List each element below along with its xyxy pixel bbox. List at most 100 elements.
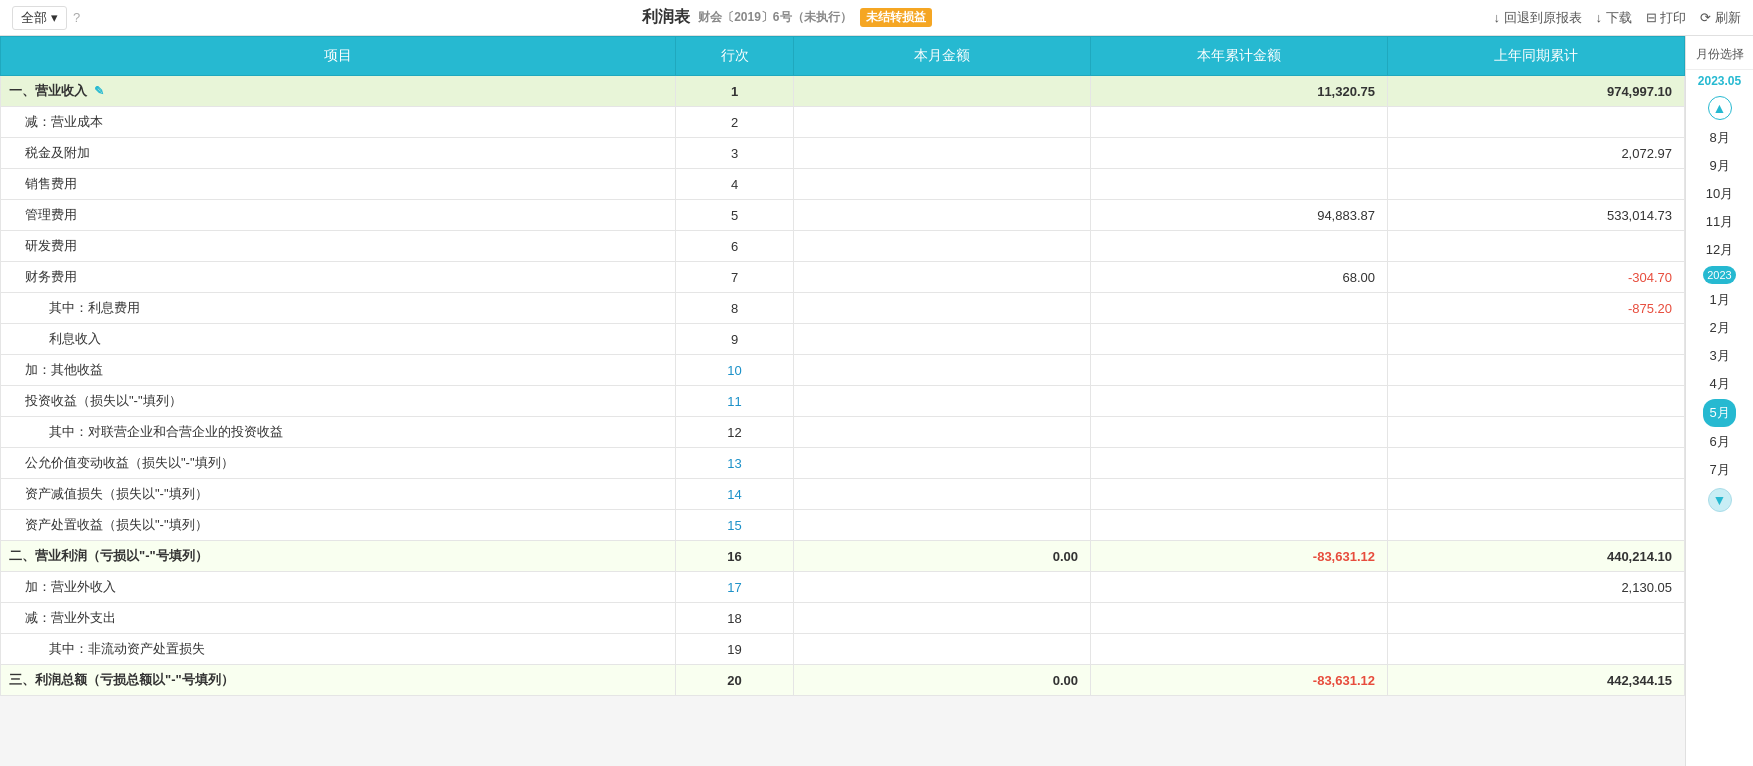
table-row: 加：其他收益10 xyxy=(1,355,1685,386)
cell-row-num: 3 xyxy=(675,138,793,169)
cell-row-num: 18 xyxy=(675,603,793,634)
cell-prev-amount: 533,014.73 xyxy=(1388,200,1685,231)
cell-prev-amount xyxy=(1388,634,1685,665)
cell-prev-amount xyxy=(1388,479,1685,510)
print-button[interactable]: ⊟ 打印 xyxy=(1646,9,1687,27)
table-row: 其中：对联营企业和合营企业的投资收益12 xyxy=(1,417,1685,448)
back-button[interactable]: ↓ 回退到原报表 xyxy=(1493,9,1581,27)
cell-year-amount xyxy=(1091,572,1388,603)
cell-month-amount xyxy=(794,324,1091,355)
table-area: 项目 行次 本月金额 本年累计金额 上年同期累计 一、营业收入 ✎111,320… xyxy=(0,36,1685,766)
cell-month-amount: 0.00 xyxy=(794,665,1091,696)
header-right: ↓ 回退到原报表 ↓ 下载 ⊟ 打印 ⟳ 刷新 xyxy=(1493,9,1741,27)
sidebar-month-item[interactable]: 1月 xyxy=(1697,286,1741,314)
cell-month-amount xyxy=(794,603,1091,634)
cell-row-num: 5 xyxy=(675,200,793,231)
cell-year-amount xyxy=(1091,479,1388,510)
cell-item: 加：其他收益 xyxy=(1,355,676,386)
cell-item: 一、营业收入 ✎ xyxy=(1,76,676,107)
cell-month-amount: 0.00 xyxy=(794,541,1091,572)
cell-item: 资产处置收益（损失以"-"填列） xyxy=(1,510,676,541)
cell-row-num: 4 xyxy=(675,169,793,200)
sidebar-month-item[interactable]: 4月 xyxy=(1697,370,1741,398)
col-header-item: 项目 xyxy=(1,37,676,76)
cell-year-amount: 68.00 xyxy=(1091,262,1388,293)
cell-prev-amount xyxy=(1388,169,1685,200)
sidebar-month-item[interactable]: 5月 xyxy=(1703,399,1735,427)
cell-row-num: 1 xyxy=(675,76,793,107)
cell-prev-amount: -304.70 xyxy=(1388,262,1685,293)
cell-month-amount xyxy=(794,293,1091,324)
cell-month-amount xyxy=(794,262,1091,293)
table-row: 研发费用6 xyxy=(1,231,1685,262)
cell-year-amount: 11,320.75 xyxy=(1091,76,1388,107)
cell-row-num: 2 xyxy=(675,107,793,138)
table-row: 销售费用4 xyxy=(1,169,1685,200)
subtitle: 财会〔2019〕6号（未执行） xyxy=(698,9,851,26)
sidebar-month-item[interactable]: 3月 xyxy=(1697,342,1741,370)
sidebar-month-item[interactable]: 10月 xyxy=(1697,180,1741,208)
cell-month-amount xyxy=(794,76,1091,107)
sidebar-month-item[interactable]: 9月 xyxy=(1697,152,1741,180)
page-title: 利润表 xyxy=(642,7,690,28)
cell-prev-amount: 2,130.05 xyxy=(1388,572,1685,603)
cell-month-amount xyxy=(794,169,1091,200)
table-row: 二、营业利润（亏损以"-"号填列）160.00-83,631.12440,214… xyxy=(1,541,1685,572)
col-header-row: 行次 xyxy=(675,37,793,76)
cell-row-num: 14 xyxy=(675,479,793,510)
cell-year-amount xyxy=(1091,448,1388,479)
download-button[interactable]: ↓ 下载 xyxy=(1596,9,1632,27)
edit-icon[interactable]: ✎ xyxy=(91,84,104,98)
cell-month-amount xyxy=(794,448,1091,479)
refresh-button[interactable]: ⟳ 刷新 xyxy=(1700,9,1741,27)
cell-item: 二、营业利润（亏损以"-"号填列） xyxy=(1,541,676,572)
help-icon[interactable]: ? xyxy=(73,10,80,25)
table-row: 资产处置收益（损失以"-"填列）15 xyxy=(1,510,1685,541)
main-container: 项目 行次 本月金额 本年累计金额 上年同期累计 一、营业收入 ✎111,320… xyxy=(0,36,1753,766)
cell-year-amount: -83,631.12 xyxy=(1091,541,1388,572)
table-row: 管理费用594,883.87533,014.73 xyxy=(1,200,1685,231)
table-row: 一、营业收入 ✎111,320.75974,997.10 xyxy=(1,76,1685,107)
cell-item: 其中：非流动资产处置损失 xyxy=(1,634,676,665)
cell-month-amount xyxy=(794,572,1091,603)
sidebar-month-item[interactable]: 2月 xyxy=(1697,314,1741,342)
table-row: 三、利润总额（亏损总额以"-"号填列）200.00-83,631.12442,3… xyxy=(1,665,1685,696)
cell-year-amount xyxy=(1091,231,1388,262)
sidebar: 月份选择 2023.05 ▲ 8月9月10月11月12月20231月2月3月4月… xyxy=(1685,36,1753,766)
cell-item: 管理费用 xyxy=(1,200,676,231)
sidebar-month-item[interactable]: 11月 xyxy=(1697,208,1741,236)
table-row: 减：营业外支出18 xyxy=(1,603,1685,634)
table-row: 利息收入9 xyxy=(1,324,1685,355)
cell-row-num: 20 xyxy=(675,665,793,696)
sidebar-month-item[interactable]: 8月 xyxy=(1697,124,1741,152)
cell-row-num: 17 xyxy=(675,572,793,603)
cell-prev-amount: 442,344.15 xyxy=(1388,665,1685,696)
table-row: 其中：非流动资产处置损失19 xyxy=(1,634,1685,665)
cell-year-amount xyxy=(1091,355,1388,386)
sidebar-month-item[interactable]: 6月 xyxy=(1697,428,1741,456)
sidebar-months-container: 8月9月10月11月12月 2023 1月2月3月4月5月6月7月 xyxy=(1697,124,1741,484)
cell-year-amount xyxy=(1091,107,1388,138)
nav-up-button[interactable]: ▲ xyxy=(1708,96,1732,120)
category-dropdown[interactable]: 全部 ▾ xyxy=(12,6,67,30)
cell-year-amount xyxy=(1091,293,1388,324)
cell-row-num: 9 xyxy=(675,324,793,355)
nav-down-button[interactable]: ▼ xyxy=(1708,488,1732,512)
cell-prev-amount: 2,072.97 xyxy=(1388,138,1685,169)
cell-year-amount xyxy=(1091,634,1388,665)
cell-prev-amount xyxy=(1388,107,1685,138)
cell-month-amount xyxy=(794,510,1091,541)
cell-year-amount xyxy=(1091,417,1388,448)
cell-prev-amount xyxy=(1388,603,1685,634)
sidebar-month-item[interactable]: 12月 xyxy=(1697,236,1741,264)
cell-row-num: 11 xyxy=(675,386,793,417)
sidebar-current-year: 2023.05 xyxy=(1698,70,1741,92)
cell-month-amount xyxy=(794,634,1091,665)
nav-arrows: ▲ xyxy=(1708,92,1732,124)
dropdown-label: 全部 xyxy=(21,9,47,27)
cell-item: 减：营业外支出 xyxy=(1,603,676,634)
sidebar-month-item[interactable]: 7月 xyxy=(1697,456,1741,484)
status-badge: 未结转损益 xyxy=(860,8,932,27)
cell-item: 投资收益（损失以"-"填列） xyxy=(1,386,676,417)
sidebar-month-item[interactable]: 2023 xyxy=(1703,266,1735,284)
